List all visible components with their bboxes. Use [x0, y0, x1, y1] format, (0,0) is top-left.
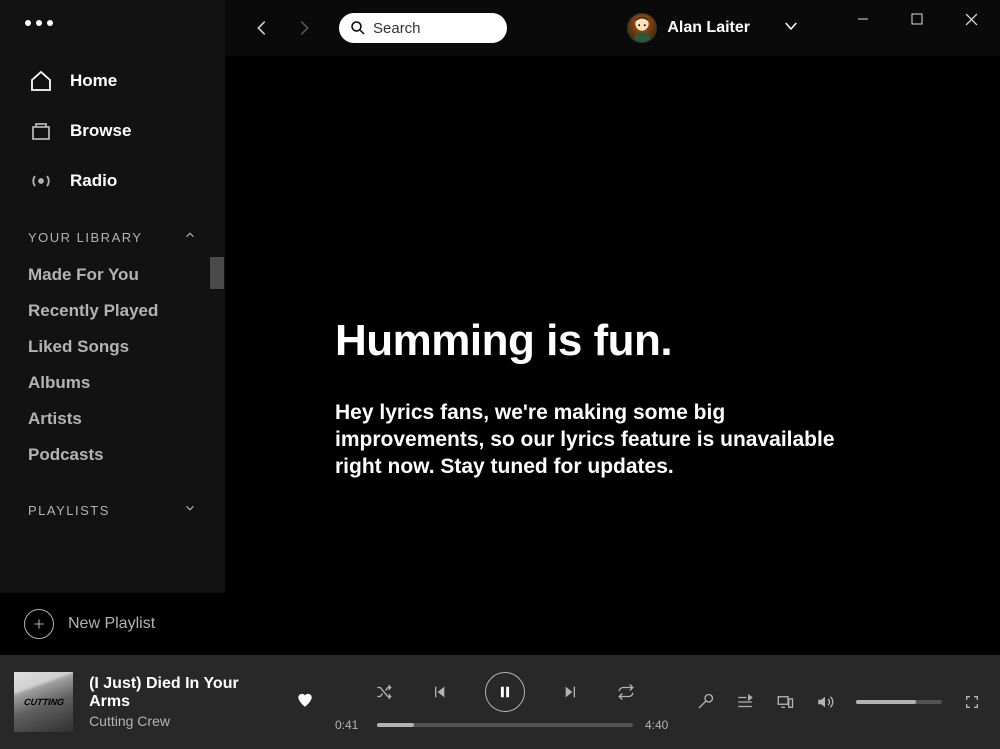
nav-radio[interactable]: Radio	[0, 156, 225, 206]
topbar: Alan Laiter	[225, 0, 1000, 56]
right-controls	[696, 693, 980, 711]
search-input[interactable]	[373, 20, 497, 37]
now-playing-info: CUTTING (I Just) Died In Your Arms Cutti…	[14, 672, 314, 732]
playlists-header[interactable]: PLAYLISTS	[0, 501, 225, 530]
track-artist[interactable]: Cutting Crew	[89, 713, 280, 729]
repeat-button[interactable]	[617, 683, 635, 701]
back-button[interactable]	[251, 17, 273, 39]
playlists-header-label: PLAYLISTS	[28, 503, 110, 518]
progress-fill	[377, 723, 414, 727]
previous-button[interactable]	[431, 684, 447, 700]
playlists-list	[0, 530, 225, 554]
new-playlist-button[interactable]: New Playlist	[0, 592, 225, 655]
scrollbar-thumb[interactable]	[210, 257, 224, 289]
library-item-albums[interactable]: Albums	[0, 365, 225, 401]
time-elapsed: 0:41	[335, 718, 365, 732]
fullscreen-button[interactable]	[964, 694, 980, 710]
nav-browse[interactable]: Browse	[0, 106, 225, 156]
library-item-made-for-you[interactable]: Made For You	[0, 257, 225, 293]
lyrics-button[interactable]	[696, 693, 714, 711]
library-header-label: YOUR LIBRARY	[28, 230, 143, 245]
progress-slider[interactable]	[377, 723, 633, 727]
library-item-liked-songs[interactable]: Liked Songs	[0, 329, 225, 365]
search-icon	[349, 19, 367, 37]
volume-slider[interactable]	[856, 700, 942, 704]
home-icon	[28, 68, 54, 94]
window-minimize-button[interactable]	[836, 0, 890, 38]
playback-controls: 0:41 4:40	[314, 672, 696, 732]
search-box[interactable]	[339, 13, 507, 43]
radio-icon	[28, 168, 54, 194]
library-item-podcasts[interactable]: Podcasts	[0, 437, 225, 473]
like-button[interactable]	[296, 691, 314, 714]
chevron-down-icon	[183, 501, 197, 520]
track-title[interactable]: (I Just) Died In Your Arms	[89, 675, 280, 711]
pause-button[interactable]	[485, 672, 525, 712]
plus-icon	[24, 609, 54, 639]
album-art[interactable]: CUTTING	[14, 672, 73, 732]
nav-label: Browse	[70, 121, 131, 141]
sidebar: Home Browse Radio YOUR LIBRARY Made For …	[0, 0, 225, 655]
lyrics-unavailable-panel: Humming is fun. Hey lyrics fans, we're m…	[225, 56, 1000, 741]
content-title: Humming is fun.	[335, 316, 890, 366]
time-duration: 4:40	[645, 718, 675, 732]
library-item-artists[interactable]: Artists	[0, 401, 225, 437]
library-item-recently-played[interactable]: Recently Played	[0, 293, 225, 329]
shuffle-button[interactable]	[375, 683, 393, 701]
user-menu[interactable]: Alan Laiter	[627, 13, 800, 43]
player-bar: CUTTING (I Just) Died In Your Arms Cutti…	[0, 655, 1000, 749]
volume-button[interactable]	[816, 693, 834, 711]
devices-button[interactable]	[776, 693, 794, 711]
chevron-up-icon	[183, 228, 197, 247]
library-header[interactable]: YOUR LIBRARY	[0, 228, 225, 257]
content-body: Hey lyrics fans, we're making some big i…	[335, 400, 865, 481]
new-playlist-label: New Playlist	[68, 615, 155, 633]
nav-label: Radio	[70, 171, 117, 191]
app-menu-button[interactable]	[0, 0, 225, 46]
window-maximize-button[interactable]	[890, 0, 944, 38]
nav-label: Home	[70, 71, 117, 91]
main-content: Alan Laiter Humming is fun. Hey lyrics f…	[225, 0, 1000, 655]
forward-button[interactable]	[293, 17, 315, 39]
chevron-down-icon	[782, 17, 800, 40]
avatar	[627, 13, 657, 43]
volume-fill	[856, 700, 916, 704]
next-button[interactable]	[563, 684, 579, 700]
window-close-button[interactable]	[944, 0, 998, 38]
nav-home[interactable]: Home	[0, 56, 225, 106]
user-name: Alan Laiter	[667, 19, 750, 37]
browse-icon	[28, 118, 54, 144]
ellipsis-icon	[25, 20, 200, 26]
queue-button[interactable]	[736, 693, 754, 711]
library-list: Made For You Recently Played Liked Songs…	[0, 257, 225, 473]
